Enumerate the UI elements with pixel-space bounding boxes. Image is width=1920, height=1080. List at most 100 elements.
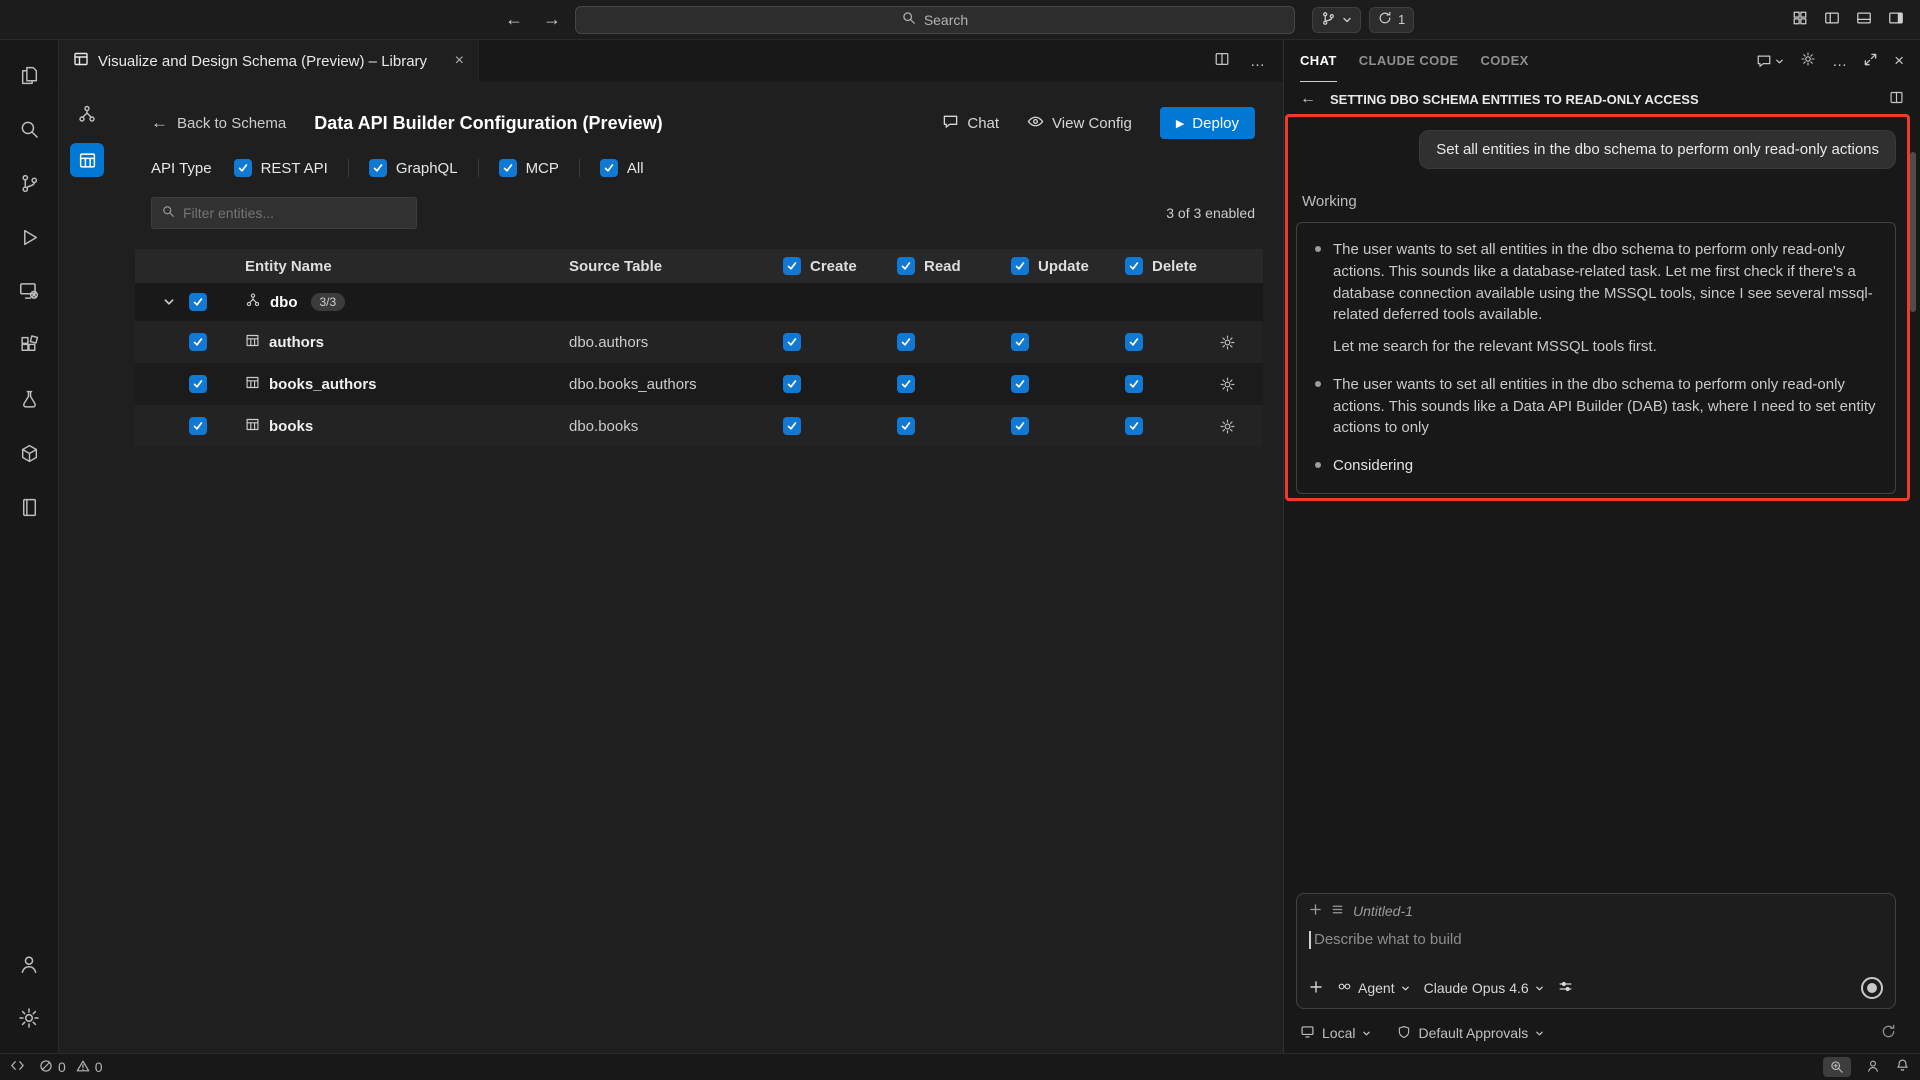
table-row[interactable]: books dbo.books <box>135 405 1263 447</box>
source-control-icon[interactable] <box>0 156 58 210</box>
voice-record-button[interactable] <box>1861 977 1883 999</box>
problems-indicator[interactable]: 0 0 <box>39 1059 103 1076</box>
checkbox-update[interactable] <box>1011 375 1029 393</box>
checkbox-read[interactable] <box>897 375 915 393</box>
schema-view-icon[interactable] <box>70 97 104 131</box>
checkbox-read[interactable] <box>897 333 915 351</box>
api-option-all[interactable]: All <box>600 159 644 177</box>
more-actions-icon[interactable]: … <box>1250 53 1265 70</box>
scrollbar-thumb[interactable] <box>1910 152 1916 312</box>
more-actions-icon[interactable]: … <box>1832 53 1847 70</box>
environment-picker[interactable]: Local <box>1300 1024 1371 1042</box>
attach-icon[interactable] <box>1309 980 1323 997</box>
back-to-schema-link[interactable]: ← Back to Schema <box>151 113 286 133</box>
checkbox-update-all[interactable] <box>1011 257 1029 275</box>
chat-message-list[interactable]: Set all entities in the dbo schema to pe… <box>1284 116 1920 893</box>
notebook-icon[interactable] <box>0 480 58 534</box>
command-center-search[interactable]: Search <box>575 6 1295 34</box>
toggle-sidebar-right-icon[interactable] <box>1888 10 1904 30</box>
bell-icon[interactable] <box>1895 1058 1910 1076</box>
schema-group-row[interactable]: dbo 3/3 <box>135 283 1263 321</box>
zoom-indicator[interactable] <box>1823 1057 1851 1077</box>
api-option-rest[interactable]: REST API <box>234 159 328 177</box>
checkbox-group-dbo[interactable] <box>189 293 207 311</box>
toggle-panel-bottom-icon[interactable] <box>1856 10 1872 30</box>
testing-icon[interactable] <box>0 372 58 426</box>
checkbox-create[interactable] <box>783 375 801 393</box>
account-icon[interactable] <box>0 937 58 991</box>
model-picker[interactable]: Claude Opus 4.6 <box>1424 980 1544 996</box>
table-icon <box>245 333 260 352</box>
checkbox-create[interactable] <box>783 417 801 435</box>
layout-grid-icon[interactable] <box>1792 10 1808 30</box>
view-config-button[interactable]: View Config <box>1027 113 1132 134</box>
profile-icon[interactable] <box>1865 1058 1881 1077</box>
settings-gear-icon[interactable] <box>0 991 58 1045</box>
checkbox-update[interactable] <box>1011 333 1029 351</box>
checkbox-create-all[interactable] <box>783 257 801 275</box>
checkbox-read[interactable] <box>897 417 915 435</box>
checkbox-row-select[interactable] <box>189 417 207 435</box>
explorer-icon[interactable] <box>0 48 58 102</box>
table-row[interactable]: authors dbo.authors <box>135 321 1263 363</box>
gear-icon[interactable] <box>1191 418 1263 435</box>
close-icon[interactable]: × <box>1894 51 1904 71</box>
prompt-placeholder[interactable]: Describe what to build <box>1314 931 1462 948</box>
table-config-icon[interactable] <box>70 143 104 177</box>
remote-explorer-icon[interactable] <box>0 264 58 318</box>
filter-entities-input[interactable] <box>151 197 417 229</box>
checkbox-all[interactable] <box>600 159 618 177</box>
context-file-chip[interactable]: Untitled-1 <box>1353 903 1413 919</box>
search-icon[interactable] <box>0 102 58 156</box>
branch-control[interactable] <box>1312 7 1361 33</box>
checkbox-update[interactable] <box>1011 417 1029 435</box>
sync-status-control[interactable]: 1 <box>1369 7 1414 33</box>
chat-button[interactable]: Chat <box>942 113 999 134</box>
close-icon[interactable]: × <box>455 52 464 70</box>
run-debug-icon[interactable] <box>0 210 58 264</box>
api-option-graphql[interactable]: GraphQL <box>369 159 458 177</box>
gear-icon[interactable] <box>1191 334 1263 351</box>
database-icon[interactable] <box>0 426 58 480</box>
chevron-down-icon[interactable] <box>135 296 181 308</box>
entity-name: books <box>269 418 313 435</box>
expand-icon[interactable] <box>1863 52 1878 71</box>
checkbox-delete[interactable] <box>1125 375 1143 393</box>
checkbox-delete[interactable] <box>1125 333 1143 351</box>
checkbox-row-select[interactable] <box>189 375 207 393</box>
checkbox-create[interactable] <box>783 333 801 351</box>
tab-codex[interactable]: CODEX <box>1481 40 1529 82</box>
gear-icon[interactable] <box>1800 51 1816 71</box>
table-row[interactable]: books_authors dbo.books_authors <box>135 363 1263 405</box>
checkbox-row-select[interactable] <box>189 333 207 351</box>
source-table: dbo.authors <box>523 334 735 351</box>
agent-mode-picker[interactable]: Agent <box>1337 979 1410 997</box>
toggle-sidebar-left-icon[interactable] <box>1824 10 1840 30</box>
checkbox-mcp[interactable] <box>499 159 517 177</box>
tab-chat[interactable]: CHAT <box>1300 40 1337 82</box>
open-in-editor-icon[interactable] <box>1889 90 1904 108</box>
forward-arrow-icon[interactable]: → <box>543 9 561 30</box>
api-option-mcp[interactable]: MCP <box>499 159 559 177</box>
tab-visualize-design-schema[interactable]: Visualize and Design Schema (Preview) – … <box>59 40 479 82</box>
tab-claude-code[interactable]: CLAUDE CODE <box>1359 40 1459 82</box>
checkbox-delete[interactable] <box>1125 417 1143 435</box>
chat-sessions-dropdown[interactable] <box>1756 53 1784 69</box>
extensions-icon[interactable] <box>0 318 58 372</box>
approvals-picker[interactable]: Default Approvals <box>1397 1025 1544 1042</box>
back-arrow-icon[interactable]: ← <box>505 9 523 30</box>
checkbox-read-all[interactable] <box>897 257 915 275</box>
gear-icon[interactable] <box>1191 376 1263 393</box>
add-context-icon[interactable] <box>1309 903 1322 919</box>
remote-icon[interactable] <box>10 1058 25 1076</box>
tools-sliders-icon[interactable] <box>1558 979 1573 997</box>
split-editor-icon[interactable] <box>1214 51 1230 71</box>
chat-input-box[interactable]: Untitled-1 Describe what to build Agent <box>1296 893 1896 1009</box>
filter-entities-field[interactable] <box>183 205 383 221</box>
deploy-button[interactable]: ▶ Deploy <box>1160 107 1255 139</box>
checkbox-rest-api[interactable] <box>234 159 252 177</box>
back-arrow-icon[interactable]: ← <box>1300 90 1316 108</box>
session-sync-icon[interactable] <box>1881 1024 1896 1042</box>
checkbox-delete-all[interactable] <box>1125 257 1143 275</box>
checkbox-graphql[interactable] <box>369 159 387 177</box>
